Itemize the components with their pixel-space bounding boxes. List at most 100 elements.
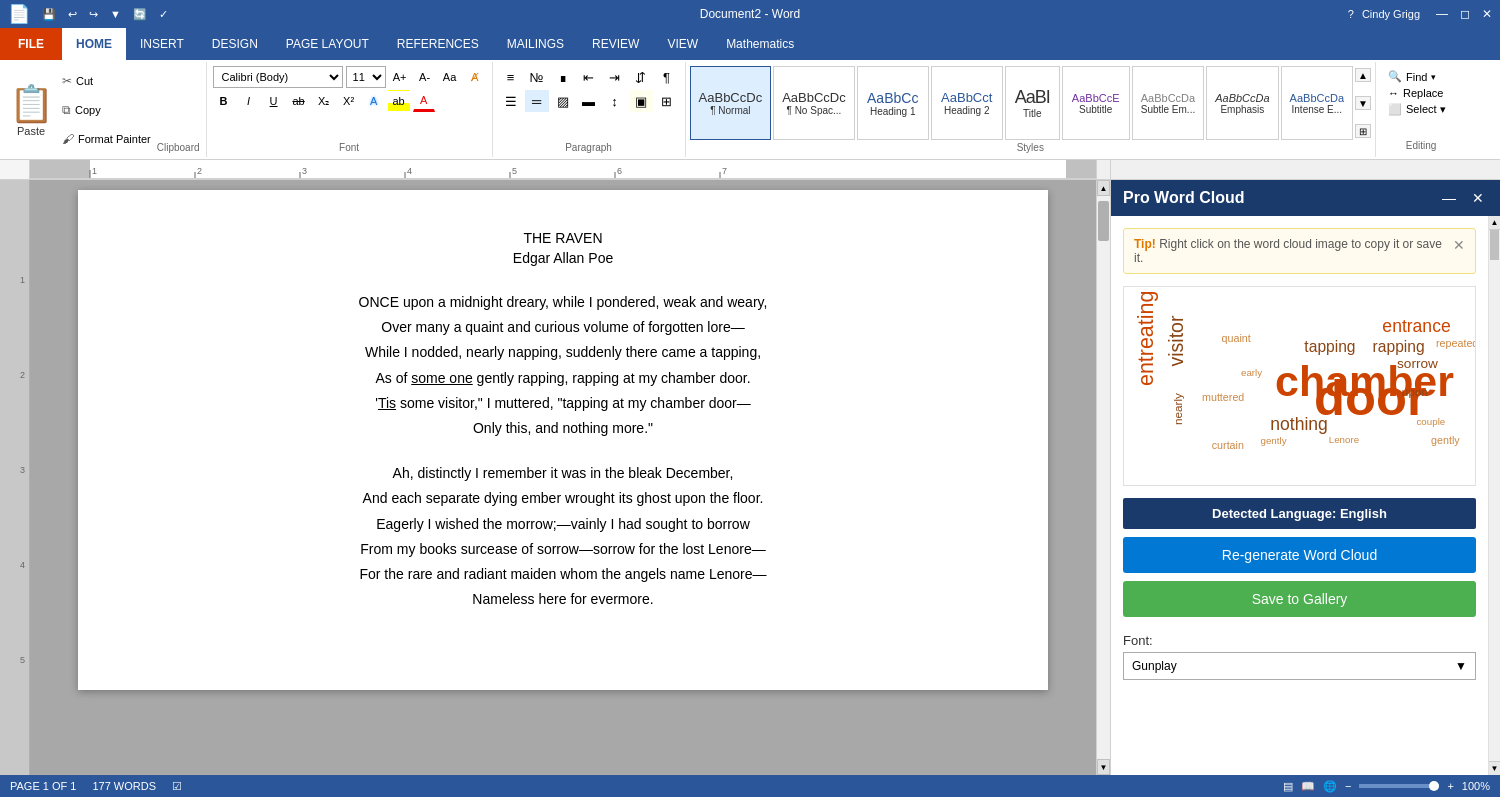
view-reading-btn[interactable]: 📖 <box>1301 780 1315 793</box>
bold-btn[interactable]: B <box>213 90 235 112</box>
tab-page-layout[interactable]: PAGE LAYOUT <box>272 28 383 60</box>
change-case-btn[interactable]: Aa <box>439 66 461 88</box>
clear-format-btn[interactable]: A̸ <box>464 66 486 88</box>
style-emphasis[interactable]: AaBbCcDa Emphasis <box>1206 66 1278 140</box>
shrink-font-btn[interactable]: A- <box>414 66 436 88</box>
svg-text:5: 5 <box>512 166 517 176</box>
minimize-btn[interactable]: — <box>1436 7 1448 21</box>
shading-btn[interactable]: ▣ <box>629 90 653 112</box>
close-btn[interactable]: ✕ <box>1482 7 1492 21</box>
style-heading1[interactable]: AaBbCc Heading 1 <box>857 66 929 140</box>
margin-num-1: 1 <box>20 190 25 285</box>
qat-more-btn[interactable]: ▼ <box>106 6 125 22</box>
zoom-out-btn[interactable]: − <box>1345 780 1351 792</box>
style-title[interactable]: AaBI Title <box>1005 66 1060 140</box>
style-heading2[interactable]: AaBbCct Heading 2 <box>931 66 1003 140</box>
tab-view[interactable]: VIEW <box>653 28 712 60</box>
paste-button[interactable]: 📋 Paste <box>6 66 56 153</box>
document-page[interactable]: THE RAVEN Edgar Allan Poe ONCE upon a mi… <box>78 190 1048 690</box>
tab-file[interactable]: FILE <box>0 28 62 60</box>
borders-btn[interactable]: ⊞ <box>655 90 679 112</box>
view-print-layout-btn[interactable]: ▤ <box>1283 780 1293 793</box>
panel-scroll-down-btn[interactable]: ▼ <box>1489 761 1500 775</box>
save-gallery-btn[interactable]: Save to Gallery <box>1123 581 1476 617</box>
undo-qat-btn[interactable]: ↩ <box>64 6 81 23</box>
spell-check-btn[interactable]: ✓ <box>155 6 172 23</box>
italic-btn[interactable]: I <box>238 90 260 112</box>
tab-design[interactable]: DESIGN <box>198 28 272 60</box>
style-subtitle[interactable]: AaBbCcE Subtitle <box>1062 66 1130 140</box>
style-normal[interactable]: AaBbCcDc ¶ Normal <box>690 66 772 140</box>
regenerate-btn[interactable]: Re-generate Word Cloud <box>1123 537 1476 573</box>
format-painter-button[interactable]: 🖌 Format Painter <box>60 131 153 147</box>
svg-text:upon: upon <box>1402 385 1428 398</box>
bullets-btn[interactable]: ≡ <box>499 66 523 88</box>
zoom-slider[interactable] <box>1359 784 1439 788</box>
panel-scroll-thumb[interactable] <box>1490 230 1499 260</box>
text-highlight-btn[interactable]: ab <box>388 90 410 112</box>
panel-close-btn[interactable]: ✕ <box>1468 190 1488 206</box>
scroll-up-btn[interactable]: ▲ <box>1097 180 1110 196</box>
user-name[interactable]: Cindy Grigg <box>1362 8 1420 20</box>
superscript-btn[interactable]: X² <box>338 90 360 112</box>
grow-font-btn[interactable]: A+ <box>389 66 411 88</box>
increase-indent-btn[interactable]: ⇥ <box>603 66 627 88</box>
some-one-underline: some one <box>411 370 472 386</box>
tab-insert[interactable]: INSERT <box>126 28 198 60</box>
scroll-down-btn[interactable]: ▼ <box>1097 759 1110 775</box>
find-dropdown[interactable]: ▾ <box>1431 72 1436 82</box>
underline-btn[interactable]: U <box>263 90 285 112</box>
tab-home[interactable]: HOME <box>62 28 126 60</box>
scroll-thumb[interactable] <box>1098 201 1109 241</box>
tab-references[interactable]: REFERENCES <box>383 28 493 60</box>
cut-button[interactable]: ✂ Cut <box>60 73 153 89</box>
panel-minimize-btn[interactable]: ― <box>1438 190 1460 206</box>
help-icon[interactable]: ? <box>1348 8 1354 20</box>
decrease-indent-btn[interactable]: ⇤ <box>577 66 601 88</box>
line-spacing-btn[interactable]: ↕ <box>603 90 627 112</box>
show-hide-btn[interactable]: ¶ <box>655 66 679 88</box>
tip-close-btn[interactable]: ✕ <box>1453 237 1465 253</box>
font-section: Font: Gunplay ▼ <box>1123 633 1476 680</box>
panel-scrollbar[interactable]: ▲ ▼ <box>1488 216 1500 775</box>
zoom-in-btn[interactable]: + <box>1447 780 1453 792</box>
autosave-btn[interactable]: 🔄 <box>129 6 151 23</box>
zoom-bar <box>1359 784 1439 788</box>
subscript-btn[interactable]: X₂ <box>313 90 335 112</box>
sort-btn[interactable]: ⇵ <box>629 66 653 88</box>
font-size-select[interactable]: 11 <box>346 66 386 88</box>
tab-review[interactable]: REVIEW <box>578 28 653 60</box>
document-scroll-area[interactable]: THE RAVEN Edgar Allan Poe ONCE upon a mi… <box>30 180 1096 775</box>
wordcloud-image[interactable]: door chamber entreating visitor tapping … <box>1123 286 1476 486</box>
find-button[interactable]: 🔍 Find ▾ <box>1384 68 1458 85</box>
document-scrollbar[interactable]: ▲ ▼ <box>1096 180 1110 775</box>
tab-mathematics[interactable]: Mathematics <box>712 28 808 60</box>
redo-qat-btn[interactable]: ↪ <box>85 6 102 23</box>
style-intense[interactable]: AaBbCcDa Intense E... <box>1281 66 1353 140</box>
multilevel-btn[interactable]: ∎ <box>551 66 575 88</box>
align-left-btn[interactable]: ☰ <box>499 90 523 112</box>
font-name-select[interactable]: Calibri (Body) <box>213 66 343 88</box>
text-effects-btn[interactable]: A <box>363 90 385 112</box>
copy-button[interactable]: ⧉ Copy <box>60 102 153 118</box>
style-no-space[interactable]: AaBbCcDc ¶ No Spac... <box>773 66 855 140</box>
numbering-btn[interactable]: № <box>525 66 549 88</box>
font-dropdown[interactable]: Gunplay ▼ <box>1123 652 1476 680</box>
strikethrough-btn[interactable]: ab <box>288 90 310 112</box>
panel-scroll-up-btn[interactable]: ▲ <box>1489 216 1500 230</box>
replace-button[interactable]: ↔ Replace <box>1384 85 1458 101</box>
align-center-btn[interactable]: ═ <box>525 90 549 112</box>
tab-mailings[interactable]: MAILINGS <box>493 28 578 60</box>
styles-expand-btn[interactable]: ⊞ <box>1355 124 1371 138</box>
font-color-btn[interactable]: A <box>413 90 435 112</box>
align-right-btn[interactable]: ▨ <box>551 90 575 112</box>
style-subtle-emphasis[interactable]: AaBbCcDa Subtle Em... <box>1132 66 1204 140</box>
justify-btn[interactable]: ▬ <box>577 90 601 112</box>
styles-scroll-up[interactable]: ▲ <box>1355 68 1371 82</box>
styles-scroll-down[interactable]: ▼ <box>1355 96 1371 110</box>
restore-btn[interactable]: ◻ <box>1460 7 1470 21</box>
zoom-thumb[interactable] <box>1429 781 1439 791</box>
save-qat-btn[interactable]: 💾 <box>38 6 60 23</box>
select-button[interactable]: ⬜ Select ▾ <box>1384 101 1458 118</box>
view-web-btn[interactable]: 🌐 <box>1323 780 1337 793</box>
